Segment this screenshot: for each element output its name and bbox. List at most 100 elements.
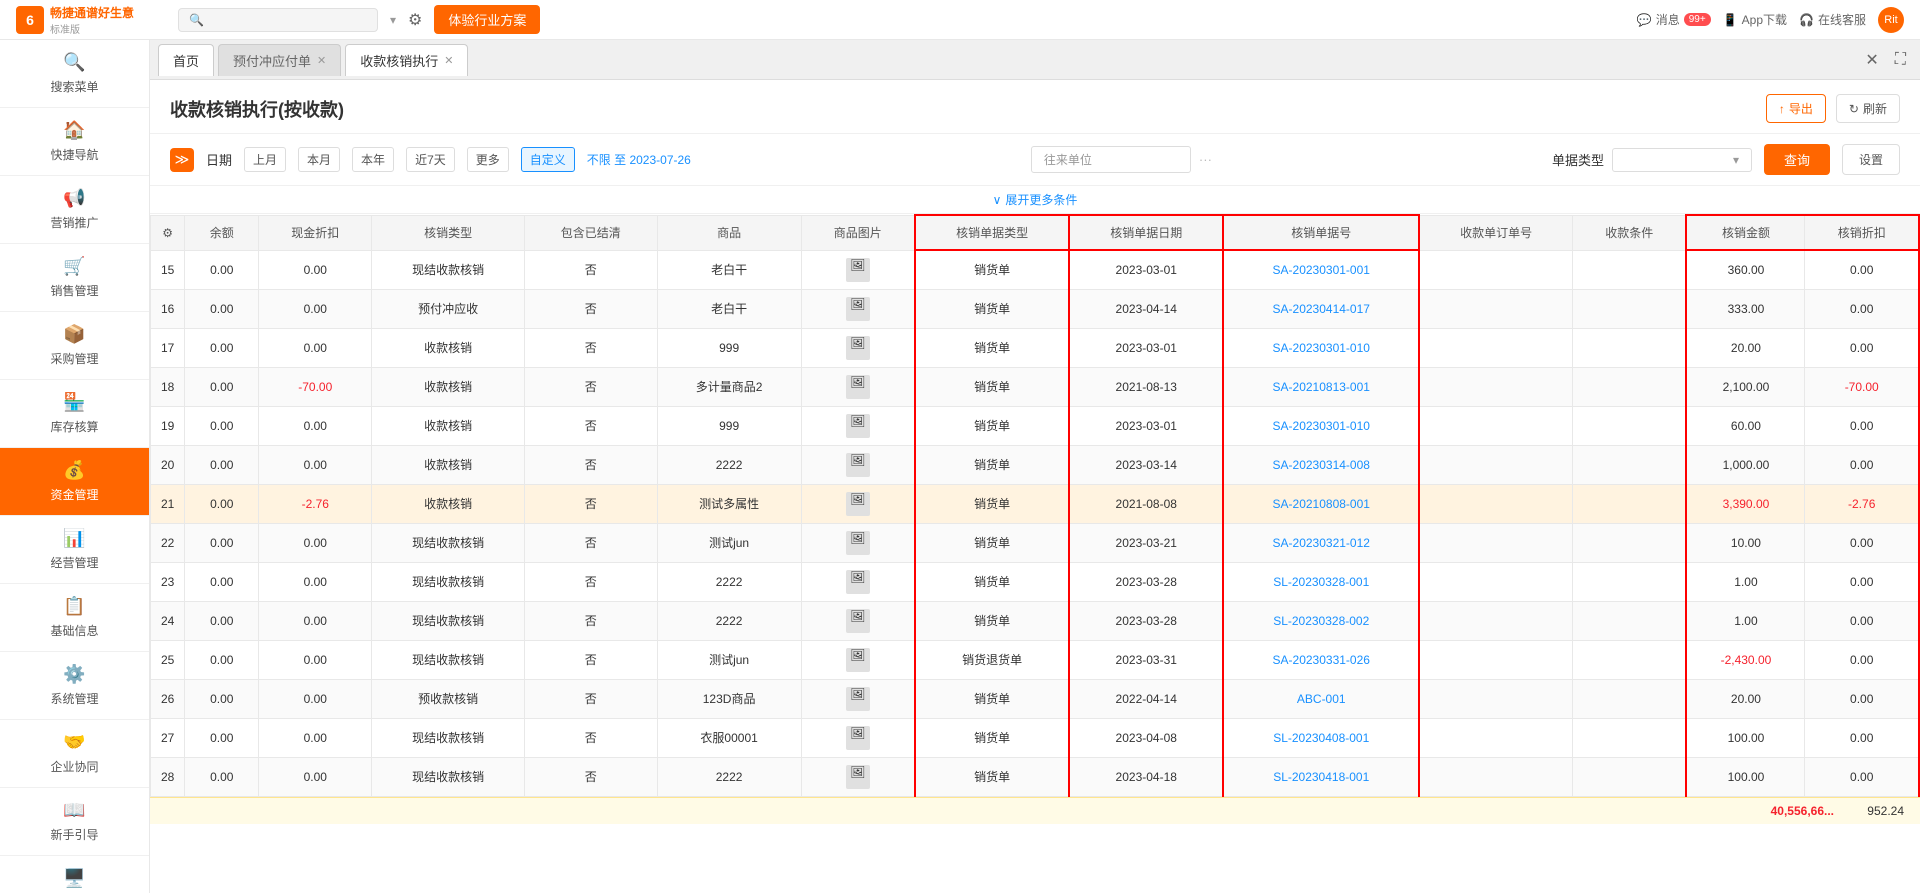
sidebar-item-finance[interactable]: 💰 资金管理 xyxy=(0,448,149,516)
cell-verify-bill-no[interactable]: ABC-001 xyxy=(1223,679,1419,718)
cell-verify-type: 现结收款核销 xyxy=(372,601,525,640)
tab-close-prepayment[interactable]: ✕ xyxy=(317,54,326,67)
app-download[interactable]: 📱 App下载 xyxy=(1723,11,1787,28)
tab-close-receipt-verify[interactable]: ✕ xyxy=(444,54,453,67)
sidebar-item-basic-info[interactable]: 📋 基础信息 xyxy=(0,584,149,652)
sidebar-item-collaboration[interactable]: 🤝 企业协同 xyxy=(0,720,149,788)
cell-verify-discount: 0.00 xyxy=(1805,757,1919,796)
filter-toggle-btn[interactable]: ≫ xyxy=(170,148,194,172)
cell-balance: 0.00 xyxy=(185,328,259,367)
this-year-btn[interactable]: 本年 xyxy=(352,147,394,172)
cell-verify-discount: 0.00 xyxy=(1805,289,1919,328)
tab-maximize[interactable]: ⛶ xyxy=(1889,49,1912,71)
cell-verify-bill-no[interactable]: SL-20230328-001 xyxy=(1223,562,1419,601)
cell-cash-discount: 0.00 xyxy=(259,640,372,679)
table-row: 27 0.00 0.00 现结收款核销 否 衣服00001 🖼 销货单 2023… xyxy=(151,718,1920,757)
sidebar-item-inventory[interactable]: 🏪 库存核算 xyxy=(0,380,149,448)
cell-verify-type: 现结收款核销 xyxy=(372,250,525,289)
settings-button[interactable]: 设置 xyxy=(1842,144,1900,175)
sales-icon: 🛒 xyxy=(63,256,85,277)
cell-verify-bill-no[interactable]: SA-20230321-012 xyxy=(1223,523,1419,562)
cell-goods: 测试jun xyxy=(657,523,801,562)
marketing-icon: 📢 xyxy=(63,188,85,209)
search-menu-icon: 🔍 xyxy=(63,52,85,73)
tab-receipt-verify[interactable]: 收款核销执行 ✕ xyxy=(345,44,468,76)
more-btn[interactable]: 更多 xyxy=(467,147,509,172)
custom-date-btn[interactable]: 自定义 xyxy=(521,147,575,172)
cell-verify-discount: 0.00 xyxy=(1805,679,1919,718)
cell-receipt-order-no xyxy=(1419,679,1572,718)
sidebar-item-hardware[interactable]: 🖥️ 智能硬件 xyxy=(0,856,149,893)
cell-verify-bill-no[interactable]: SL-20230328-002 xyxy=(1223,601,1419,640)
cell-included-settled: 否 xyxy=(524,406,657,445)
expand-bar: ∨ 展开更多条件 xyxy=(150,186,1920,214)
cell-receipt-condition xyxy=(1573,757,1687,796)
col-verify-type: 核销类型 xyxy=(372,215,525,250)
this-month-btn[interactable]: 本月 xyxy=(298,147,340,172)
message-icon: 💬 xyxy=(1637,13,1652,27)
cell-verify-bill-date: 2023-04-18 xyxy=(1069,757,1223,796)
export-button[interactable]: ↑ 导出 xyxy=(1766,94,1826,123)
cell-verify-amount: 100.00 xyxy=(1686,757,1804,796)
expand-conditions-btn[interactable]: ∨ 展开更多条件 xyxy=(993,191,1078,208)
tab-close-all[interactable]: ✕ xyxy=(1859,48,1884,72)
settings-icon[interactable]: ⚙ xyxy=(408,10,422,30)
cell-receipt-order-no xyxy=(1419,523,1572,562)
cell-verify-bill-no[interactable]: SA-20230301-010 xyxy=(1223,406,1419,445)
cell-settings: 26 xyxy=(151,679,185,718)
sidebar-item-sales[interactable]: 🛒 销售管理 xyxy=(0,244,149,312)
sidebar-item-purchase[interactable]: 📦 采购管理 xyxy=(0,312,149,380)
cell-balance: 0.00 xyxy=(185,445,259,484)
cell-verify-bill-no[interactable]: SA-20210813-001 xyxy=(1223,367,1419,406)
query-button[interactable]: 查询 xyxy=(1764,144,1830,175)
sidebar-item-search[interactable]: 🔍 搜索菜单 xyxy=(0,40,149,108)
message-icon-area[interactable]: 💬 消息 99+ xyxy=(1637,11,1711,28)
col-receipt-condition: 收款条件 xyxy=(1573,215,1687,250)
refresh-button[interactable]: ↻ 刷新 xyxy=(1836,94,1900,123)
cell-verify-bill-no[interactable]: SA-20230331-026 xyxy=(1223,640,1419,679)
dropdown-arrow[interactable]: ▾ xyxy=(390,13,396,27)
cell-verify-bill-no[interactable]: SA-20230414-017 xyxy=(1223,289,1419,328)
search-box: 🔍 xyxy=(178,8,378,32)
cell-goods-image: 🖼 xyxy=(801,679,915,718)
cell-verify-bill-no[interactable]: SL-20230408-001 xyxy=(1223,718,1419,757)
tab-prepayment[interactable]: 预付冲应付单 ✕ xyxy=(218,44,341,76)
bill-type-select[interactable]: ▾ xyxy=(1612,148,1752,172)
cell-goods-image: 🖼 xyxy=(801,367,915,406)
user-avatar[interactable]: Rit xyxy=(1878,7,1904,33)
operations-icon: 📊 xyxy=(63,528,85,549)
cell-verify-bill-no[interactable]: SA-20210808-001 xyxy=(1223,484,1419,523)
logo-text: 畅捷通谱好生意 xyxy=(50,4,134,21)
sidebar-item-marketing[interactable]: 📢 营销推广 xyxy=(0,176,149,244)
export-icon: ↑ xyxy=(1779,102,1785,116)
cell-verify-discount: 0.00 xyxy=(1805,445,1919,484)
sidebar-item-nav[interactable]: 🏠 快捷导航 xyxy=(0,108,149,176)
cell-verify-discount: 0.00 xyxy=(1805,640,1919,679)
cell-verify-bill-date: 2023-03-21 xyxy=(1069,523,1223,562)
cell-goods-image: 🖼 xyxy=(801,406,915,445)
online-service[interactable]: 🎧 在线客服 xyxy=(1799,11,1866,28)
cell-verify-type: 预付冲应收 xyxy=(372,289,525,328)
cell-balance: 0.00 xyxy=(185,250,259,289)
cell-included-settled: 否 xyxy=(524,250,657,289)
last-7days-btn[interactable]: 近7天 xyxy=(406,147,455,172)
tab-home[interactable]: 首页 xyxy=(158,44,214,76)
sidebar-item-operations[interactable]: 📊 经营管理 xyxy=(0,516,149,584)
cell-verify-amount: 1.00 xyxy=(1686,601,1804,640)
cell-verify-bill-no[interactable]: SA-20230314-008 xyxy=(1223,445,1419,484)
sidebar-item-system[interactable]: ⚙️ 系统管理 xyxy=(0,652,149,720)
cell-receipt-condition xyxy=(1573,640,1687,679)
partner-input[interactable]: 往来单位 xyxy=(1031,146,1191,173)
cell-receipt-condition xyxy=(1573,328,1687,367)
cell-verify-bill-no[interactable]: SL-20230418-001 xyxy=(1223,757,1419,796)
cell-receipt-order-no xyxy=(1419,718,1572,757)
filter-area: ≫ 日期 上月 本月 本年 近7天 更多 自定义 不限 至 2023-07-26… xyxy=(150,134,1920,186)
sidebar-item-guide[interactable]: 📖 新手引导 xyxy=(0,788,149,856)
cell-verify-bill-type: 销货单 xyxy=(915,679,1069,718)
cell-cash-discount: 0.00 xyxy=(259,523,372,562)
cell-verify-bill-no[interactable]: SA-20230301-001 xyxy=(1223,250,1419,289)
cell-receipt-order-no xyxy=(1419,250,1572,289)
industry-btn[interactable]: 体验行业方案 xyxy=(434,5,540,34)
last-month-btn[interactable]: 上月 xyxy=(244,147,286,172)
cell-verify-bill-no[interactable]: SA-20230301-010 xyxy=(1223,328,1419,367)
